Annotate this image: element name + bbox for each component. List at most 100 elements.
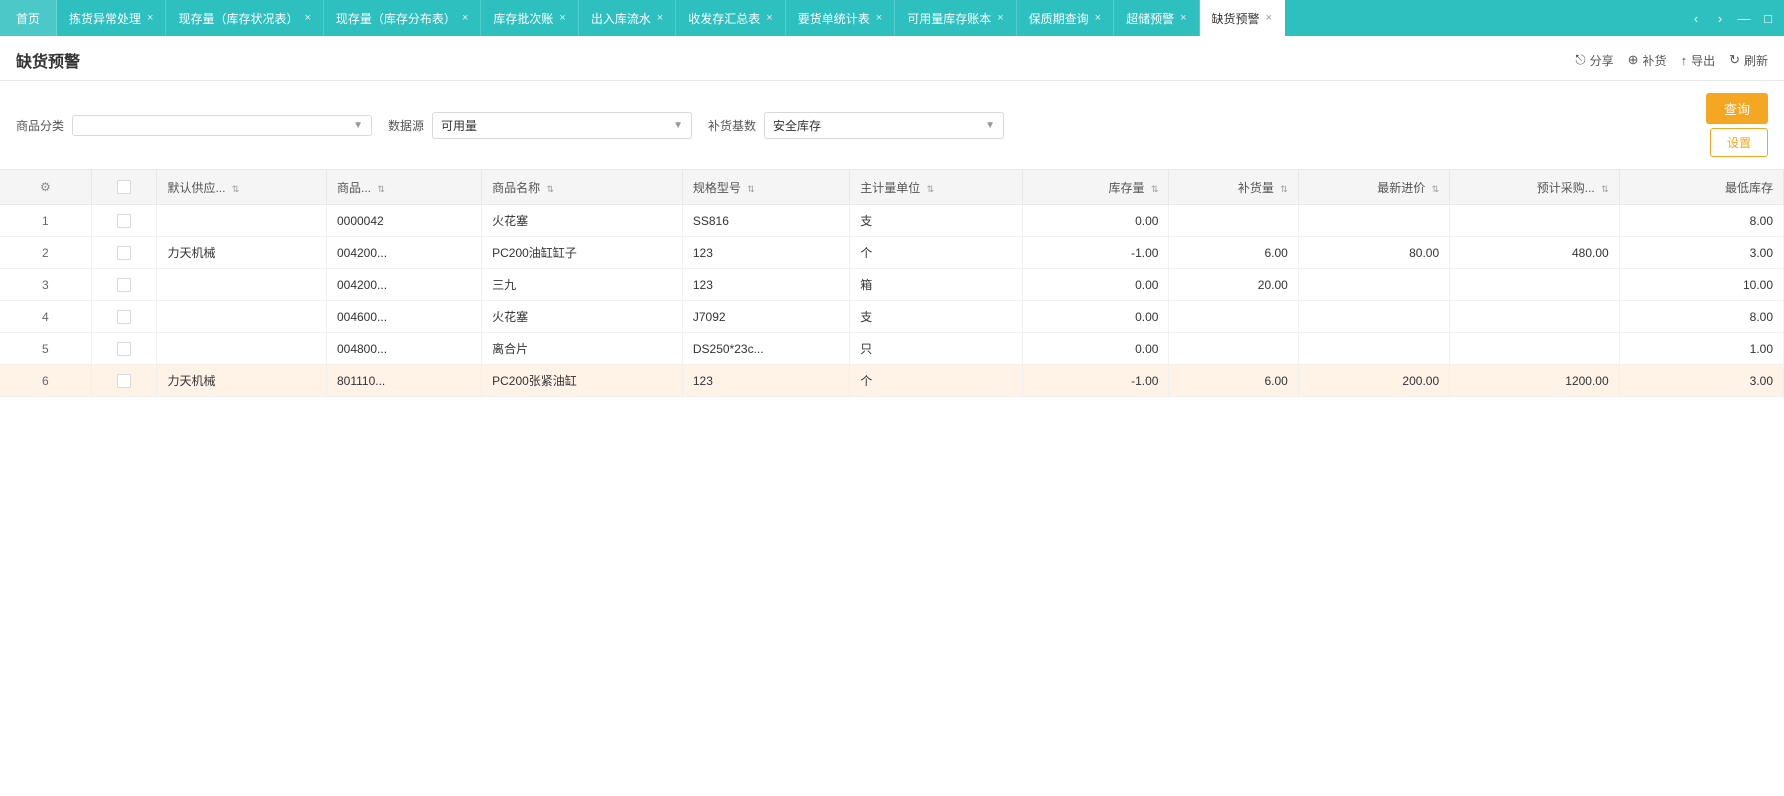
- cell-check-3[interactable]: [91, 301, 157, 333]
- cell-stock-0: 0.00: [1023, 205, 1169, 237]
- settings-button[interactable]: 设置: [1710, 128, 1768, 157]
- cell-replenish-1: 6.00: [1169, 237, 1298, 269]
- cell-min-stock-5: 3.00: [1619, 365, 1783, 397]
- table-row[interactable]: 1 0000042 火花塞 SS816 支 0.00 8.00: [0, 205, 1784, 237]
- cell-name-0: 火花塞: [482, 205, 683, 237]
- cell-supplier-0: [157, 205, 327, 237]
- gear-icon[interactable]: ⚙: [36, 178, 54, 196]
- cell-estimated-0: [1450, 205, 1620, 237]
- cell-check-1[interactable]: [91, 237, 157, 269]
- tab-close-overstock[interactable]: ×: [1180, 13, 1186, 24]
- tab-close-avail-ledger[interactable]: ×: [997, 13, 1003, 24]
- tab-stock-dist[interactable]: 现存量（库存分布表）×: [324, 0, 481, 36]
- th-settings[interactable]: ⚙: [0, 170, 91, 205]
- tab-close-abnormal[interactable]: ×: [147, 13, 153, 24]
- th-unit[interactable]: 主计量单位 ⇅: [850, 170, 1023, 205]
- th-spec[interactable]: 规格型号 ⇅: [682, 170, 849, 205]
- th-min-stock[interactable]: 最低库存: [1619, 170, 1783, 205]
- replenish-base-select[interactable]: 安全库存 ▼: [764, 112, 1004, 139]
- tab-overstock[interactable]: 超储预警×: [1114, 0, 1199, 36]
- cell-min-stock-2: 10.00: [1619, 269, 1783, 301]
- tab-label-stock-status: 现存量（库存状况表）: [178, 10, 298, 27]
- th-name[interactable]: 商品名称 ⇅: [482, 170, 683, 205]
- tab-close-shortage[interactable]: ×: [1266, 13, 1272, 24]
- tab-label-expiry: 保质期查询: [1029, 10, 1089, 27]
- tab-next-btn[interactable]: ›: [1708, 6, 1732, 30]
- share-btn[interactable]: ⎋ 分享: [1575, 52, 1613, 69]
- unit-sort-icon: ⇅: [927, 184, 935, 195]
- tab-demand-stats[interactable]: 要货单统计表×: [786, 0, 895, 36]
- th-stock[interactable]: 库存量 ⇅: [1023, 170, 1169, 205]
- row-checkbox-1[interactable]: [117, 246, 131, 260]
- table-row[interactable]: 5 004800... 离合片 DS250*23c... 只 0.00 1.00: [0, 333, 1784, 365]
- table-row[interactable]: 3 004200... 三九 123 箱 0.00 20.00 10.00: [0, 269, 1784, 301]
- tab-home[interactable]: 首页: [0, 0, 57, 36]
- share-icon: ⎋: [1575, 52, 1585, 68]
- cell-index-4: 5: [0, 333, 91, 365]
- category-filter-group: 商品分类 ▼: [16, 115, 372, 136]
- tab-receipt-summary[interactable]: 收发存汇总表×: [676, 0, 785, 36]
- tab-maximize-btn[interactable]: □: [1756, 6, 1780, 30]
- cell-min-stock-3: 8.00: [1619, 301, 1783, 333]
- tab-close-demand-stats[interactable]: ×: [876, 13, 882, 24]
- cell-name-2: 三九: [482, 269, 683, 301]
- supplier-sort-icon: ⇅: [232, 184, 240, 195]
- row-checkbox-5[interactable]: [117, 374, 131, 388]
- tab-batch-account[interactable]: 库存批次账×: [481, 0, 578, 36]
- cell-check-2[interactable]: [91, 269, 157, 301]
- tab-close-stock-dist[interactable]: ×: [462, 13, 468, 24]
- cell-unit-4: 只: [850, 333, 1023, 365]
- row-checkbox-3[interactable]: [117, 310, 131, 324]
- cell-stock-4: 0.00: [1023, 333, 1169, 365]
- replenish-sort-icon: ⇅: [1280, 184, 1288, 195]
- tab-inout-flow[interactable]: 出入库流水×: [579, 0, 676, 36]
- row-checkbox-4[interactable]: [117, 342, 131, 356]
- th-replenish[interactable]: 补货量 ⇅: [1169, 170, 1298, 205]
- replenish-base-select-value: 安全库存: [773, 117, 977, 134]
- tab-close-receipt-summary[interactable]: ×: [766, 13, 772, 24]
- tab-expiry[interactable]: 保质期查询 ×: [1017, 0, 1114, 36]
- tab-minimize-btn[interactable]: —: [1732, 6, 1756, 30]
- row-checkbox-0[interactable]: [117, 214, 131, 228]
- replenish-base-filter-group: 补货基数 安全库存 ▼: [708, 112, 1004, 139]
- tab-close-stock-status[interactable]: ×: [304, 13, 310, 24]
- tab-label-abnormal: 拣货异常处理: [69, 10, 141, 27]
- select-all-checkbox[interactable]: [117, 180, 131, 194]
- refresh-btn[interactable]: ↻ 刷新: [1729, 52, 1768, 69]
- tab-avail-ledger[interactable]: 可用量库存账本×: [895, 0, 1016, 36]
- table-header-row: ⚙ 默认供应... ⇅ 商品... ⇅: [0, 170, 1784, 205]
- tab-prev-btn[interactable]: ‹: [1684, 6, 1708, 30]
- cell-check-5[interactable]: [91, 365, 157, 397]
- export-btn[interactable]: ↑ 导出: [1681, 52, 1716, 69]
- tab-list: 拣货异常处理×现存量（库存状况表）×现存量（库存分布表）×库存批次账×出入库流水…: [57, 0, 1684, 36]
- datasource-select[interactable]: 可用量 ▼: [432, 112, 692, 139]
- query-button[interactable]: 查询: [1706, 93, 1768, 124]
- cell-replenish-0: [1169, 205, 1298, 237]
- table-row[interactable]: 2 力天机械 004200... PC200油缸缸子 123 个 -1.00 6…: [0, 237, 1784, 269]
- cell-check-4[interactable]: [91, 333, 157, 365]
- tab-close-expiry[interactable]: ×: [1095, 13, 1101, 24]
- replenish-btn[interactable]: ⊕ 补货: [1628, 52, 1667, 69]
- th-latest-price[interactable]: 最新进价 ⇅: [1298, 170, 1449, 205]
- tab-shortage[interactable]: 缺货预警×: [1200, 0, 1285, 36]
- table-row[interactable]: 6 力天机械 801110... PC200张紧油缸 123 个 -1.00 6…: [0, 365, 1784, 397]
- cell-supplier-4: [157, 333, 327, 365]
- th-latest-price-label: 最新进价: [1377, 181, 1425, 195]
- tab-close-inout-flow[interactable]: ×: [657, 13, 663, 24]
- tab-stock-status[interactable]: 现存量（库存状况表） ×: [166, 0, 323, 36]
- th-check[interactable]: [91, 170, 157, 205]
- cell-index-5: 6: [0, 365, 91, 397]
- th-supplier-label: 默认供应...: [167, 181, 225, 195]
- category-select[interactable]: ▼: [72, 115, 372, 136]
- cell-price-5: 200.00: [1298, 365, 1449, 397]
- tab-abnormal[interactable]: 拣货异常处理 ×: [57, 0, 166, 36]
- th-code[interactable]: 商品... ⇅: [326, 170, 481, 205]
- cell-supplier-3: [157, 301, 327, 333]
- row-checkbox-2[interactable]: [117, 278, 131, 292]
- table-row[interactable]: 4 004600... 火花塞 J7092 支 0.00 8.00: [0, 301, 1784, 333]
- th-estimated-purchase[interactable]: 预计采购... ⇅: [1450, 170, 1620, 205]
- cell-check-0[interactable]: [91, 205, 157, 237]
- cell-code-2: 004200...: [326, 269, 481, 301]
- th-supplier[interactable]: 默认供应... ⇅: [157, 170, 327, 205]
- tab-close-batch-account[interactable]: ×: [559, 13, 565, 24]
